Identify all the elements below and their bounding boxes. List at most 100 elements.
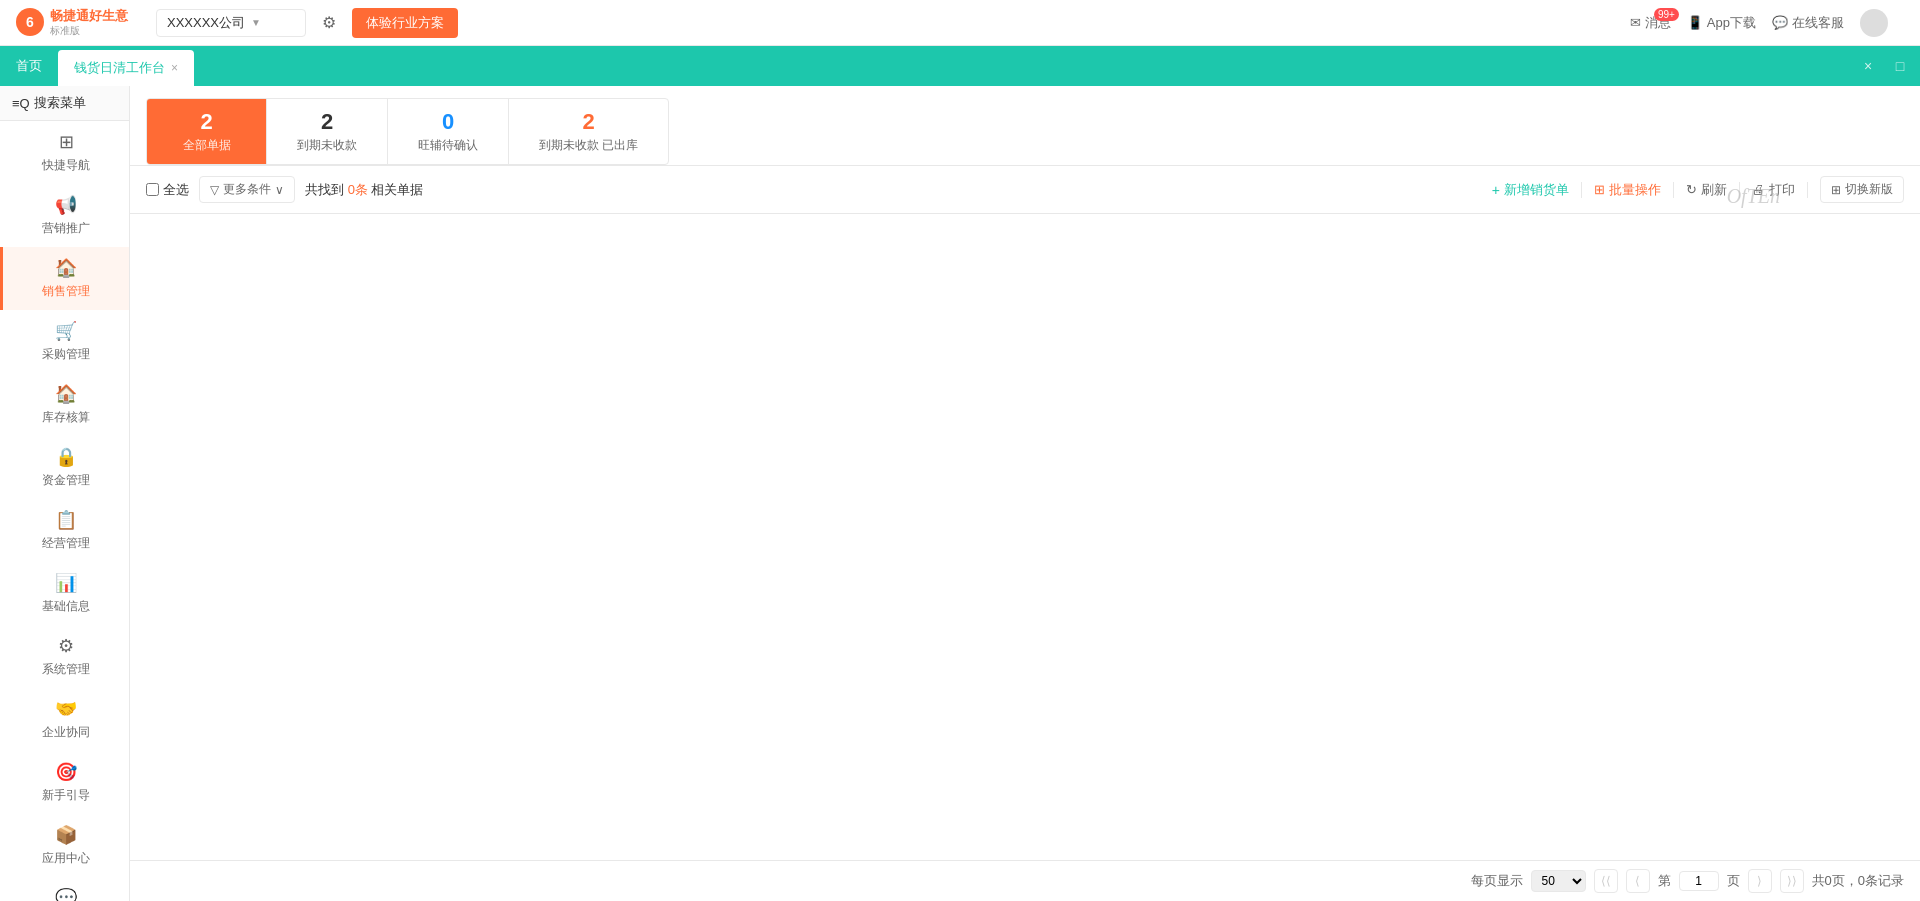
page-label: 第 bbox=[1658, 872, 1671, 890]
message-button[interactable]: ✉ 消息 99+ bbox=[1630, 14, 1671, 32]
sidebar-item-sales[interactable]: 🏠 销售管理 bbox=[0, 247, 129, 310]
select-all-checkbox[interactable]: 全选 bbox=[146, 181, 189, 199]
page-summary: 共0页，0条记录 bbox=[1812, 872, 1904, 890]
sidebar-item-system[interactable]: ⚙ 系统管理 bbox=[0, 625, 129, 688]
first-page-button[interactable]: ⟨⟨ bbox=[1594, 869, 1618, 893]
sidebar-item-app-center[interactable]: 📦 应用中心 bbox=[0, 814, 129, 877]
top-header: 6 畅捷通好生意 标准版 XXXXXX公司 ▼ ⚙ 体验行业方案 ✉ 消息 99… bbox=[0, 0, 1920, 46]
company-selector[interactable]: XXXXXX公司 ▼ bbox=[156, 9, 306, 37]
next-page-button[interactable]: ⟩ bbox=[1748, 869, 1772, 893]
sidebar-label-basic-info: 基础信息 bbox=[42, 598, 90, 615]
basic-info-icon: 📊 bbox=[55, 572, 77, 594]
divider-1 bbox=[1581, 182, 1582, 198]
print-button[interactable]: 🖨 打印 bbox=[1752, 181, 1795, 199]
sidebar-item-marketing[interactable]: 📢 营销推广 bbox=[0, 184, 129, 247]
stat-tab-all[interactable]: 2 全部单据 bbox=[147, 99, 267, 164]
batch-icon: ⊞ bbox=[1594, 182, 1605, 197]
sidebar-item-wechat[interactable]: 💬 企业微信 bbox=[0, 877, 129, 901]
page-input[interactable] bbox=[1679, 871, 1719, 891]
pagination-bar: 每页显示 50 100 200 ⟨⟨ ⟨ 第 页 ⟩ ⟩⟩ 共0页，0条记录 bbox=[130, 860, 1920, 901]
tab-maximize-button[interactable]: □ bbox=[1888, 54, 1912, 78]
logo-text: 畅捷通好生意 标准版 bbox=[50, 8, 128, 38]
last-page-button[interactable]: ⟩⟩ bbox=[1780, 869, 1804, 893]
tab-close-icon[interactable]: × bbox=[171, 61, 178, 75]
sidebar-item-basic-info[interactable]: 📊 基础信息 bbox=[0, 562, 129, 625]
sales-icon: 🏠 bbox=[55, 257, 77, 279]
divider-2 bbox=[1673, 182, 1674, 198]
main-layout: ≡Q 搜索菜单 ⊞ 快捷导航 📢 营销推广 🏠 销售管理 🛒 采购管理 🏠 库存… bbox=[0, 86, 1920, 901]
stat-overdue-num: 2 bbox=[297, 109, 357, 135]
message-icon: ✉ bbox=[1630, 15, 1641, 30]
sidebar-label-enterprise: 企业协同 bbox=[42, 724, 90, 741]
trial-button[interactable]: 体验行业方案 bbox=[352, 8, 458, 38]
stat-overdue-shipped-label: 到期未收款 已出库 bbox=[539, 137, 638, 154]
print-icon: 🖨 bbox=[1752, 182, 1765, 197]
operations-icon: 📋 bbox=[55, 509, 77, 531]
content-area: 2 全部单据 2 到期未收款 0 旺辅待确认 2 到期未收款 已出库 bbox=[130, 86, 1920, 901]
found-text: 共找到 0条 相关单据 bbox=[305, 181, 423, 199]
tab-home[interactable]: 首页 bbox=[0, 46, 58, 86]
search-menu-button[interactable]: ≡Q 搜索菜单 bbox=[0, 86, 129, 121]
logo-area: 6 畅捷通好生意 标准版 bbox=[16, 8, 146, 38]
stat-tab-overdue[interactable]: 2 到期未收款 bbox=[267, 99, 388, 164]
per-page-select[interactable]: 50 100 200 bbox=[1531, 870, 1586, 892]
sidebar-item-quick-nav[interactable]: ⊞ 快捷导航 bbox=[0, 121, 129, 184]
finance-icon: 🔒 bbox=[55, 446, 77, 468]
switch-icon: ⊞ bbox=[1831, 183, 1841, 197]
batch-button[interactable]: ⊞ 批量操作 bbox=[1594, 181, 1661, 199]
app-download-label: App下载 bbox=[1707, 14, 1756, 32]
app-download-button[interactable]: 📱 App下载 bbox=[1687, 14, 1756, 32]
tab-active-label: 钱货日清工作台 bbox=[74, 59, 165, 77]
sidebar-label-quick-nav: 快捷导航 bbox=[42, 157, 90, 174]
tab-bar: 首页 钱货日清工作台 × × □ bbox=[0, 46, 1920, 86]
tab-qianhuoriqing[interactable]: 钱货日清工作台 × bbox=[58, 50, 194, 86]
stat-tab-overdue-shipped[interactable]: 2 到期未收款 已出库 bbox=[509, 99, 668, 164]
settings-button[interactable]: ⚙ bbox=[314, 8, 344, 38]
select-all-input[interactable] bbox=[146, 183, 159, 196]
refresh-icon: ↻ bbox=[1686, 182, 1697, 197]
filter-button[interactable]: ▽ 更多条件 ∨ bbox=[199, 176, 295, 203]
wechat-icon: 💬 bbox=[55, 887, 77, 901]
enterprise-icon: 🤝 bbox=[55, 698, 77, 720]
sidebar-label-finance: 资金管理 bbox=[42, 472, 90, 489]
online-service-label: 在线客服 bbox=[1792, 14, 1844, 32]
sidebar-item-operations[interactable]: 📋 经营管理 bbox=[0, 499, 129, 562]
sidebar-label-operations: 经营管理 bbox=[42, 535, 90, 552]
guide-icon: 🎯 bbox=[55, 761, 77, 783]
logo-icon: 6 bbox=[16, 8, 44, 36]
avatar[interactable] bbox=[1860, 9, 1888, 37]
refresh-button[interactable]: ↻ 刷新 bbox=[1686, 181, 1727, 199]
sidebar-item-guide[interactable]: 🎯 新手引导 bbox=[0, 751, 129, 814]
page-suffix: 页 bbox=[1727, 872, 1740, 890]
sidebar-label-inventory: 库存核算 bbox=[42, 409, 90, 426]
sidebar-item-enterprise[interactable]: 🤝 企业协同 bbox=[0, 688, 129, 751]
quick-nav-icon: ⊞ bbox=[59, 131, 74, 153]
tab-minimize-button[interactable]: × bbox=[1856, 54, 1880, 78]
switch-version-button[interactable]: ⊞ 切换新版 bbox=[1820, 176, 1904, 203]
tab-home-label: 首页 bbox=[16, 57, 42, 75]
new-sale-button[interactable]: + 新增销货单 bbox=[1492, 181, 1569, 199]
inventory-icon: 🏠 bbox=[55, 383, 77, 405]
new-sale-label: 新增销货单 bbox=[1504, 181, 1569, 199]
stat-tab-pending[interactable]: 0 旺辅待确认 bbox=[388, 99, 509, 164]
stats-tabs: 2 全部单据 2 到期未收款 0 旺辅待确认 2 到期未收款 已出库 bbox=[130, 86, 1920, 166]
prev-page-button[interactable]: ⟨ bbox=[1626, 869, 1650, 893]
online-service-button[interactable]: 💬 在线客服 bbox=[1772, 14, 1844, 32]
system-icon: ⚙ bbox=[58, 635, 74, 657]
table-area bbox=[130, 214, 1920, 860]
search-icon: ≡Q bbox=[12, 96, 30, 111]
marketing-icon: 📢 bbox=[55, 194, 77, 216]
stats-tabs-inner: 2 全部单据 2 到期未收款 0 旺辅待确认 2 到期未收款 已出库 bbox=[146, 98, 669, 165]
sidebar-item-purchase[interactable]: 🛒 采购管理 bbox=[0, 310, 129, 373]
filter-chevron: ∨ bbox=[275, 183, 284, 197]
divider-4 bbox=[1807, 182, 1808, 198]
tab-bar-right: × □ bbox=[1856, 54, 1920, 78]
filter-icon: ▽ bbox=[210, 183, 219, 197]
sidebar-label-marketing: 营销推广 bbox=[42, 220, 90, 237]
found-prefix: 共找到 bbox=[305, 182, 344, 197]
switch-label: 切换新版 bbox=[1845, 181, 1893, 198]
stat-all-label: 全部单据 bbox=[177, 137, 236, 154]
sidebar-item-inventory[interactable]: 🏠 库存核算 bbox=[0, 373, 129, 436]
sidebar-label-purchase: 采购管理 bbox=[42, 346, 90, 363]
sidebar-item-finance[interactable]: 🔒 资金管理 bbox=[0, 436, 129, 499]
